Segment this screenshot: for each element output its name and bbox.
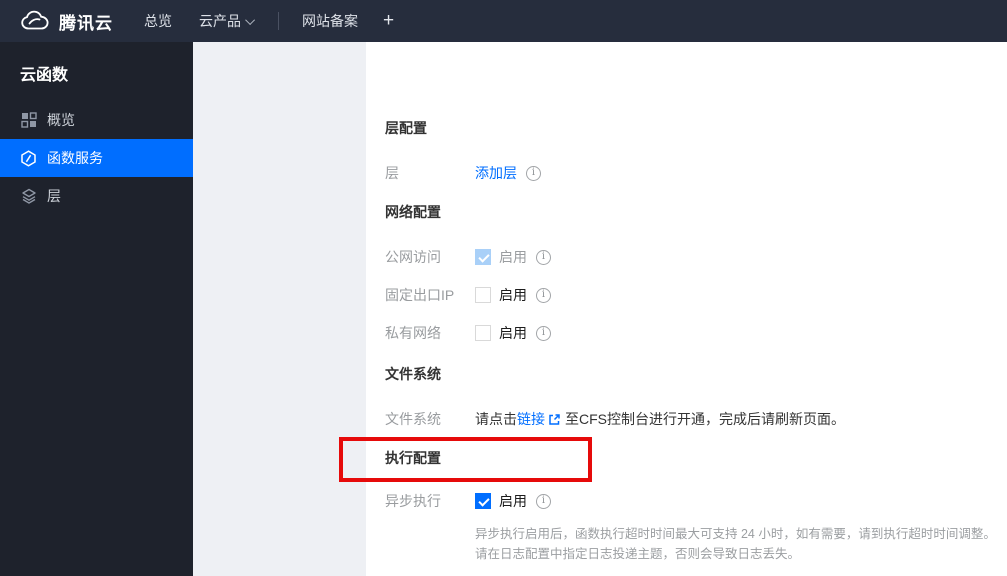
sidebar-item-label: 函数服务 [47,150,103,166]
info-icon[interactable]: i [536,493,551,509]
chevron-down-icon [245,14,256,25]
nav-website-beian[interactable]: 网站备案 [302,11,358,31]
brand-name: 腾讯云 [59,13,113,33]
nav-overview[interactable]: 总览 [144,11,172,31]
async-execution-row: 异步执行 启用 i [385,491,1007,511]
enable-label: 启用 [499,287,527,303]
grid-overview-icon [20,112,37,129]
info-icon[interactable]: i [536,287,551,303]
sidebar-item-layers[interactable]: 层 [0,177,193,215]
info-icon[interactable]: i [536,249,551,265]
nav-cloud-products[interactable]: 云产品 [199,11,256,31]
function-service-icon [20,149,37,167]
private-network-checkbox[interactable] [475,325,491,341]
filesystem-hint: 请点击 链接 至CFS控制台进行开通，完成后请刷新页面。 [475,409,845,429]
main-content: 层配置 层 添加层 i 网络配置 公网访问 启用 i 固定出口IP 启用 i 私… [366,42,1007,576]
tencent-cloud-logo[interactable]: 腾讯云 [20,9,113,34]
filesystem-label: 文件系统 [385,411,441,427]
cfs-console-link[interactable]: 链接 [517,409,545,429]
helper-line-2: 请在日志配置中指定日志投递主题，否则会导致日志丢失。 [475,547,801,561]
secondary-panel [193,42,366,576]
external-link-icon[interactable] [548,413,561,426]
top-nav-bar: 腾讯云 总览 云产品 网站备案 + [0,0,1007,42]
layers-icon [20,188,37,205]
info-icon[interactable]: i [526,165,541,181]
async-execution-label: 异步执行 [385,493,441,509]
enable-label: 启用 [499,249,527,265]
async-execution-helper-text: 异步执行启用后，函数执行超时时间最大可支持 24 小时，如有需要，请到执行超时时… [385,524,1007,564]
section-title-layer-config: 层配置 [385,120,427,136]
fixed-ip-checkbox[interactable] [475,287,491,303]
info-icon[interactable]: i [536,325,551,341]
sidebar-item-label: 层 [47,188,61,204]
layer-row: 层 添加层 i [385,163,1007,183]
fixed-ip-row: 固定出口IP 启用 i [385,285,1007,305]
enable-label: 启用 [499,493,527,509]
sidebar-title: 云函数 [20,67,69,84]
cloud-logo-icon [20,10,50,32]
sidebar-item-function-service[interactable]: 函数服务 [0,139,193,177]
nav-add-tab-button[interactable]: + [383,10,394,32]
public-network-row: 公网访问 启用 i [385,247,1007,267]
filesystem-row: 文件系统 请点击 链接 至CFS控制台进行开通，完成后请刷新页面。 [385,409,1007,429]
private-network-row: 私有网络 启用 i [385,323,1007,343]
public-network-checkbox[interactable] [475,249,491,265]
section-title-network-config: 网络配置 [385,204,441,220]
sidebar-item-overview[interactable]: 概览 [0,101,193,139]
sidebar-item-label: 概览 [47,112,75,128]
public-network-label: 公网访问 [385,249,441,265]
async-execution-checkbox[interactable] [475,493,491,509]
section-title-execution-config: 执行配置 [385,450,441,466]
sidebar: 云函数 概览 函数服务 层 [0,42,193,576]
nav-divider [278,12,279,30]
helper-line-1: 异步执行启用后，函数执行超时时间最大可支持 24 小时，如有需要，请到执行超时时… [475,527,996,541]
layer-label: 层 [385,165,399,181]
fixed-ip-label: 固定出口IP [385,287,455,303]
private-network-label: 私有网络 [385,325,441,341]
section-title-filesystem: 文件系统 [385,366,441,382]
add-layer-link[interactable]: 添加层 [475,163,517,183]
enable-label: 启用 [499,325,527,341]
